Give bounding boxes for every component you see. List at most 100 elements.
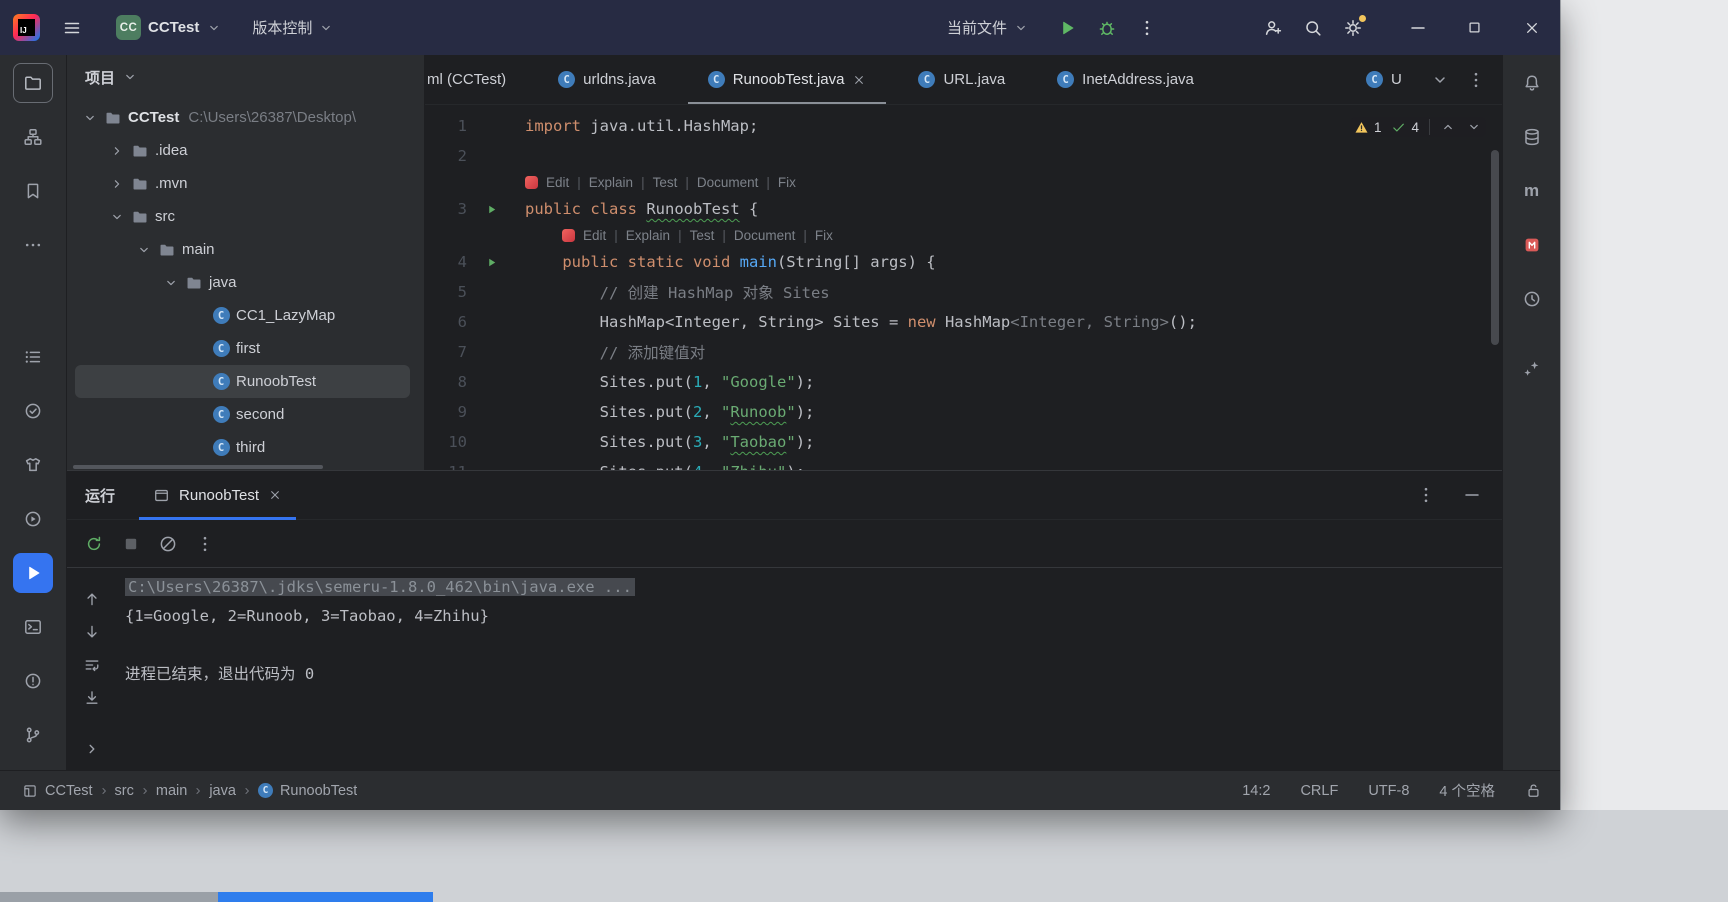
bookmarks-button[interactable] [13,171,53,211]
run-line-icon[interactable] [484,255,499,270]
code-with-me-button[interactable] [1253,10,1293,46]
run-button[interactable] [13,553,53,593]
notifications-button[interactable] [1512,63,1552,103]
version-control-button[interactable] [13,715,53,755]
tree-item-src[interactable]: src [75,200,410,233]
next-problem-icon[interactable] [1466,119,1482,135]
tree-item-RunoobTest[interactable]: C RunoobTest [75,365,410,398]
vcs-widget[interactable]: 版本控制 [252,17,334,38]
scroll-end-button[interactable] [83,689,101,707]
run-button[interactable] [1047,10,1087,46]
ai-action-document[interactable]: Document [734,228,796,243]
tree-toggle[interactable] [106,143,128,159]
run-tab[interactable]: RunoobTest [139,471,297,520]
stop-button[interactable] [121,534,141,554]
console-output[interactable]: C:\Users\26387\.jdks\semeru-1.8.0_462\bi… [117,568,1502,770]
close-tab-icon[interactable] [268,488,282,502]
editor-tab-urldns.java[interactable]: Curldns.java [532,55,682,104]
maven-button[interactable]: m [1512,171,1552,211]
minimize-button[interactable] [1389,0,1446,55]
tree-item-third[interactable]: Cthird [75,431,410,464]
ai-action-fix[interactable]: Fix [815,228,833,243]
local-history-button[interactable] [1512,279,1552,319]
more-tool-windows-button[interactable] [13,225,53,265]
ai-action-explain[interactable]: Explain [589,175,633,190]
arrow-down-button[interactable] [83,623,101,641]
tree-item-main[interactable]: main [75,233,410,266]
ai-action-edit[interactable]: Edit [583,228,606,243]
ban-button[interactable] [158,534,178,554]
horizontal-scrollbar[interactable] [73,465,323,469]
breadcrumb-src[interactable]: src [115,783,134,799]
tree-item-first[interactable]: Cfirst [75,332,410,365]
tree-toggle[interactable] [106,209,128,225]
soft-wrap-button[interactable] [83,656,101,674]
tree-item-.mvn[interactable]: .mvn [75,167,410,200]
main-menu-button[interactable] [52,10,92,46]
tree-item-CCTest[interactable]: CCTest C:\Users\26387\Desktop\ [75,101,410,134]
run-config-widget[interactable]: 当前文件 [947,17,1029,38]
prev-problem-icon[interactable] [1440,119,1456,135]
ai-action-fix[interactable]: Fix [778,175,796,190]
hidden-tabs-button[interactable] [1430,70,1450,90]
tree-item-.idea[interactable]: .idea [75,134,410,167]
ai-action-explain[interactable]: Explain [626,228,670,243]
minimize-button[interactable] [1462,485,1482,505]
ai-action-test[interactable]: Test [653,175,678,190]
pull-requests-button[interactable] [13,445,53,485]
code-area[interactable]: 1 import java.util.HashMap; 2 Edit | Explain |… [425,105,1502,470]
tree-item-CC1_LazyMap[interactable]: C CC1_LazyMap [75,299,410,332]
close-tab-icon[interactable] [852,73,866,87]
ai-assistant-button[interactable] [1512,349,1552,389]
breadcrumb-java[interactable]: java [209,783,236,799]
project-button[interactable] [13,63,53,103]
todo-button[interactable] [13,337,53,377]
plugin-button[interactable] [1512,225,1552,265]
tree-toggle[interactable] [106,176,128,192]
caret-position[interactable]: 14:2 [1242,783,1270,799]
commit-button[interactable] [13,391,53,431]
kebab-button[interactable] [195,534,215,554]
passed-item[interactable]: 4 [1391,120,1419,135]
maximize-button[interactable] [1446,0,1503,55]
more-actions-button[interactable] [1127,10,1167,46]
ai-action-test[interactable]: Test [690,228,715,243]
tree-toggle[interactable] [133,242,155,258]
kebab-button[interactable] [1416,485,1436,505]
breadcrumb-CCTest[interactable]: CCTest [22,783,93,799]
tree-item-second[interactable]: Csecond [75,398,410,431]
encoding[interactable]: UTF-8 [1368,783,1409,799]
close-button[interactable] [1503,0,1560,55]
terminal-button[interactable] [13,607,53,647]
debug-button[interactable] [1087,10,1127,46]
warnings-item[interactable]: 1 [1354,120,1381,135]
rerun-button[interactable] [84,534,104,554]
tree-toggle[interactable] [160,275,182,291]
editor-tab-InetAddress.java[interactable]: C InetAddress.java [1031,55,1220,104]
editor-scrollbar[interactable] [1491,150,1499,345]
lock-icon[interactable] [1525,782,1542,799]
tab-options-button[interactable] [1466,70,1486,90]
line-ending[interactable]: CRLF [1300,783,1338,799]
arrow-up-button[interactable] [83,590,101,608]
ai-action-document[interactable]: Document [697,175,759,190]
tree-toggle[interactable] [79,110,101,126]
ai-action-edit[interactable]: Edit [546,175,569,190]
structure-button[interactable] [13,117,53,157]
inspections-widget[interactable]: 1 4 [1349,117,1486,137]
project-panel-header[interactable]: 项目 [67,55,424,99]
editor-tab-RunoobTest.java[interactable]: C RunoobTest.java [682,55,893,104]
search-everywhere-button[interactable] [1293,10,1333,46]
breadcrumb-RunoobTest[interactable]: C RunoobTest [257,783,357,799]
project-widget[interactable]: CC CCTest [116,15,222,40]
editor-tab-U[interactable]: CU [1352,55,1410,104]
chevron-right-button[interactable] [83,740,101,758]
tree-item-java[interactable]: java [75,266,410,299]
settings-button[interactable] [1333,10,1373,46]
services-button[interactable] [13,499,53,539]
breadcrumb-main[interactable]: main [156,783,187,799]
editor-tab-URL.java[interactable]: C URL.java [892,55,1031,104]
indent-setting[interactable]: 4 个空格 [1439,780,1495,801]
editor-tab-ml-CCTest-[interactable]: ml (CCTest) [425,55,532,104]
database-button[interactable] [1512,117,1552,157]
